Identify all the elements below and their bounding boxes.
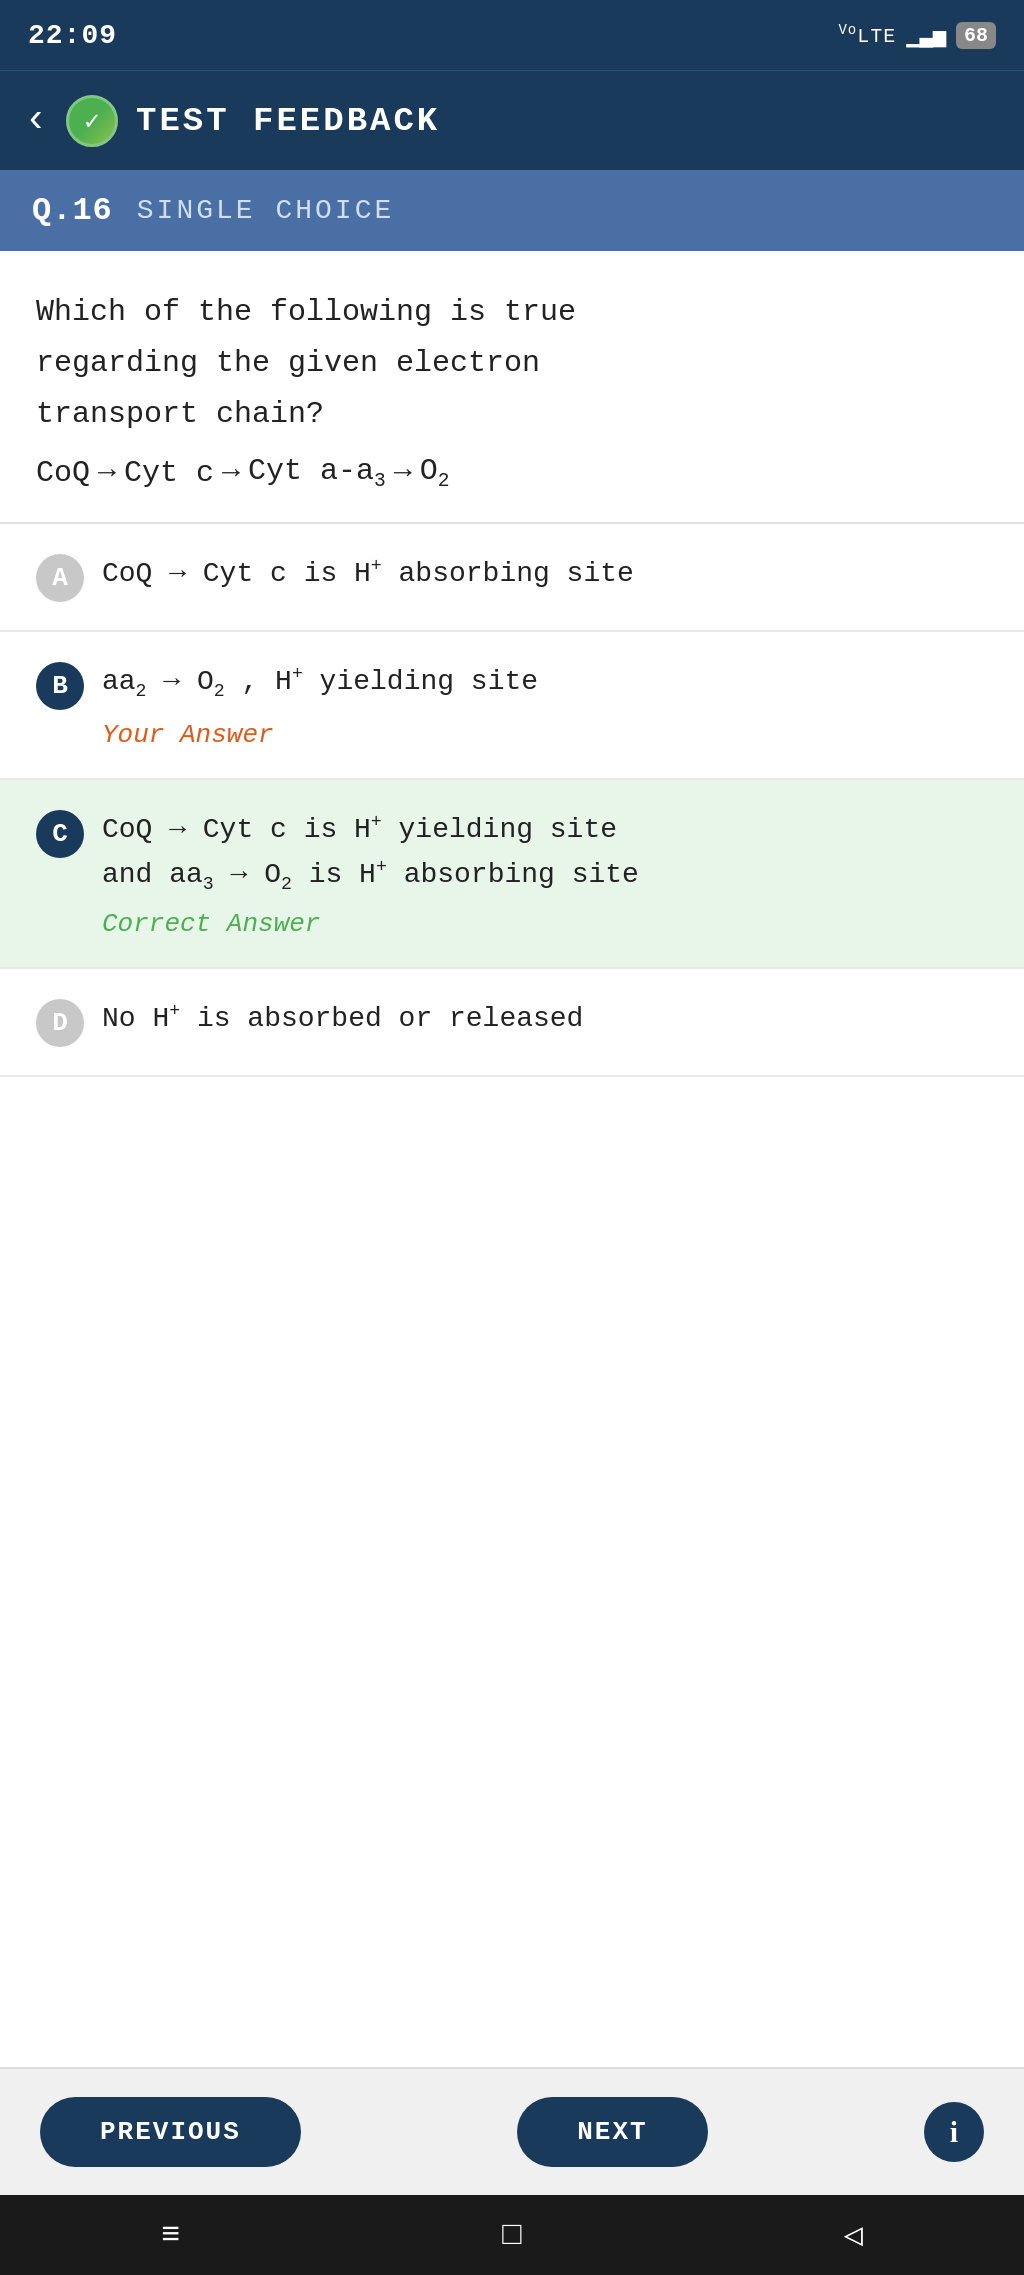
back-button[interactable]: ‹	[24, 101, 48, 141]
question-text-area: Which of the following is true regarding…	[0, 251, 1024, 524]
option-b-circle: B	[36, 662, 84, 710]
nav-bar: ≡ □ ◁	[0, 2195, 1024, 2275]
battery-indicator: 68	[956, 22, 996, 49]
option-c-header: C CoQ → Cyt c is H+ yielding site and aa…	[36, 808, 988, 899]
options-area: A CoQ → Cyt c is H+ absorbing site B aa2…	[0, 524, 1024, 2067]
option-c[interactable]: C CoQ → Cyt c is H+ yielding site and aa…	[0, 780, 1024, 969]
status-icons: VoLTE ▁▃▅ 68	[838, 22, 996, 49]
lte-icon: VoLTE	[838, 22, 896, 48]
question-type: SINGLE CHOICE	[137, 195, 394, 226]
logo: ✓	[66, 95, 118, 147]
option-a-text: CoQ → Cyt c is H+ absorbing site	[102, 552, 988, 597]
formula-o2: O2	[420, 454, 450, 492]
question-line3: transport chain?	[36, 397, 324, 431]
arrow3: →	[394, 456, 412, 490]
arrow1: →	[98, 456, 116, 490]
option-d-text: No H+ is absorbed or released	[102, 997, 988, 1042]
question-line2: regarding the given electron	[36, 346, 540, 380]
question-text: Which of the following is true regarding…	[36, 287, 988, 440]
option-d-circle: D	[36, 999, 84, 1047]
option-a-label: A	[52, 563, 68, 593]
logo-check-icon: ✓	[84, 105, 100, 137]
option-a-circle: A	[36, 554, 84, 602]
option-a[interactable]: A CoQ → Cyt c is H+ absorbing site	[0, 524, 1024, 632]
question-meta: Q.16 SINGLE CHOICE	[0, 170, 1024, 251]
option-a-header: A CoQ → Cyt c is H+ absorbing site	[36, 552, 988, 602]
option-b-text: aa2 → O2 , H+ yielding site	[102, 660, 988, 706]
next-button[interactable]: NEXT	[517, 2097, 707, 2167]
option-b-your-answer: Your Answer	[36, 720, 988, 750]
option-d-label: D	[52, 1008, 68, 1038]
arrow2: →	[222, 456, 240, 490]
info-button[interactable]: i	[924, 2102, 984, 2162]
status-bar: 22:09 VoLTE ▁▃▅ 68	[0, 0, 1024, 70]
header-title: TEST FEEDBACK	[136, 102, 440, 140]
option-b[interactable]: B aa2 → O2 , H+ yielding site Your Answe…	[0, 632, 1024, 780]
home-icon[interactable]: □	[502, 2217, 521, 2254]
option-b-header: B aa2 → O2 , H+ yielding site	[36, 660, 988, 710]
question-line1: Which of the following is true	[36, 295, 576, 329]
formula-cyta: Cyt a-a3	[248, 454, 386, 492]
previous-button[interactable]: PREVIOUS	[40, 2097, 301, 2167]
back-nav-icon[interactable]: ◁	[844, 2215, 863, 2255]
formula-cytc: Cyt c	[124, 456, 214, 490]
bottom-bar: PREVIOUS NEXT i	[0, 2067, 1024, 2195]
menu-icon[interactable]: ≡	[161, 2217, 180, 2254]
app-header: ‹ ✓ TEST FEEDBACK	[0, 70, 1024, 170]
option-b-label: B	[52, 671, 68, 701]
option-c-circle: C	[36, 810, 84, 858]
option-c-correct-answer: Correct Answer	[36, 909, 988, 939]
formula-coq: CoQ	[36, 456, 90, 490]
signal-icon: ▁▃▅	[906, 22, 946, 49]
question-number: Q.16	[32, 192, 113, 229]
option-c-label: C	[52, 819, 68, 849]
option-d[interactable]: D No H+ is absorbed or released	[0, 969, 1024, 1077]
option-d-header: D No H+ is absorbed or released	[36, 997, 988, 1047]
status-time: 22:09	[28, 20, 117, 51]
option-c-text: CoQ → Cyt c is H+ yielding site and aa3 …	[102, 808, 988, 899]
question-formula: CoQ → Cyt c → Cyt a-a3 → O2	[36, 454, 988, 492]
